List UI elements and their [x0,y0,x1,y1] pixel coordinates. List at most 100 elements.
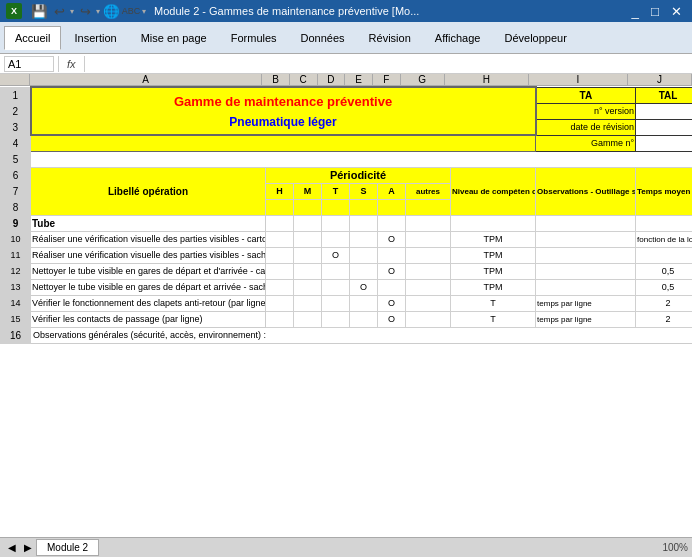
row-nettoyer-sachet: 13 Nettoyer le tube visible en gares de … [1,279,693,295]
cell-tube-f [378,215,406,231]
cell-niveau-cont: T [451,311,536,327]
save-button[interactable]: 💾 [30,2,48,20]
label-contacts: Vérifier les contacts de passage (par li… [31,311,266,327]
obs-generales-label: Observations générales (sécurité, accès,… [31,327,693,343]
gamme-value[interactable] [636,135,692,151]
period-a: A [378,183,406,199]
cell-autres-verif-s [406,247,451,263]
spellcheck-button[interactable]: ABC [122,2,140,20]
tab-accueil[interactable]: Accueil [4,26,61,50]
cell-t-verif-s: O [322,247,350,263]
version-value[interactable] [636,103,692,119]
revision-label: date de révision [536,119,636,135]
col-header-d[interactable]: D [318,74,346,85]
cell-a-clap: O [378,295,406,311]
cell-g8 [406,199,451,215]
row-verif-sachet: 11 Réaliser une vérification visuelle de… [1,247,693,263]
redo-arrow: ▾ [96,7,100,16]
cell-temps-verif-c: fonction de la longueur de la ligne [636,231,692,247]
cell-h-cont [266,311,294,327]
col-header-b[interactable]: B [262,74,290,85]
col-header-c[interactable]: C [290,74,318,85]
row-num-3: 3 [1,119,31,135]
restore-button[interactable]: □ [647,4,663,19]
close-button[interactable]: ✕ [667,4,686,19]
row-num-1: 1 [1,87,31,103]
formula-divider [58,56,59,72]
row-6-headers: 6 Libellé opération Périodicité Niveau d… [1,167,693,183]
cell-tube-g [406,215,451,231]
tab-formules[interactable]: Formules [220,26,288,50]
revision-value[interactable] [636,119,692,135]
cell-h-verif-s [266,247,294,263]
row-num-16: 16 [1,327,31,343]
cell-tube-c [294,215,322,231]
cell-temps-clap: 2 [636,295,692,311]
tab-developpeur[interactable]: Développeur [493,26,577,50]
minimize-button[interactable]: _ [628,4,643,19]
cell-s-verif-c [350,231,378,247]
tab-mise-en-page[interactable]: Mise en page [130,26,218,50]
periodicite-header: Périodicité [266,167,451,183]
label-verif-cartouche: Réaliser une vérification visuelle des p… [31,231,266,247]
tab-affichage[interactable]: Affichage [424,26,492,50]
cell-s-nett-c [350,263,378,279]
cell-temps-nett-s: 0,5 [636,279,692,295]
cell-tube-d [322,215,350,231]
cell-tube-i [536,215,636,231]
row-num-5: 5 [1,151,31,167]
cell-autres-cont [406,311,451,327]
zoom-level: 100% [662,542,688,553]
col-header-i[interactable]: I [529,74,628,85]
cell-f8 [378,199,406,215]
col-header-g[interactable]: G [401,74,445,85]
cell-niveau-verif-s: TPM [451,247,536,263]
version-label: n° version [536,103,636,119]
cell-m-verif-c [294,231,322,247]
undo-button[interactable]: ↩ [50,2,68,20]
cell-s-verif-s [350,247,378,263]
col-header-a[interactable]: A [30,74,262,85]
dropdown-arrow: ▾ [142,7,146,16]
cell-m-cont [294,311,322,327]
cell-h-verif-c [266,231,294,247]
col-header-f[interactable]: F [373,74,401,85]
cell-temps-verif-s [636,247,692,263]
sheet-nav-right[interactable]: ▶ [20,542,36,553]
cell-b8 [266,199,294,215]
cell-a-nett-s [378,279,406,295]
row-num-10: 10 [1,231,31,247]
col-header-h[interactable]: H [445,74,529,85]
row-4: 4 Gamme n° [1,135,693,151]
redo-button[interactable]: ↪ [76,2,94,20]
tab-donnees[interactable]: Données [290,26,356,50]
tab-revision[interactable]: Révision [358,26,422,50]
quick-access-toolbar: 💾 ↩ ▾ ↪ ▾ 🌐 ABC ▾ [30,2,146,20]
cell-tube-b [266,215,294,231]
globe-button[interactable]: 🌐 [102,2,120,20]
tab-insertion[interactable]: Insertion [63,26,127,50]
row-contacts: 15 Vérifier les contacts de passage (par… [1,311,693,327]
cell-obs-clap: temps par ligne [536,295,636,311]
sheet-tab-module2[interactable]: Module 2 [36,539,99,556]
row-num-2: 2 [1,103,31,119]
row-num-8: 8 [1,199,31,215]
col-header-j[interactable]: J [628,74,692,85]
gamme-label: Gamme n° [536,135,636,151]
col-header-e[interactable]: E [345,74,373,85]
cell-s-clap [350,295,378,311]
cell-a-verif-c: O [378,231,406,247]
main-title: Gamme de maintenance préventive [33,94,534,109]
period-s: S [350,183,378,199]
sheet-nav-left[interactable]: ◀ [4,542,20,553]
cell-reference-input[interactable] [4,56,54,72]
cell-tube-h [451,215,536,231]
ta-header: TA [536,87,636,103]
row-num-4: 4 [1,135,31,151]
formula-input[interactable] [89,58,688,70]
cell-niveau-verif-c: TPM [451,231,536,247]
cell-h-nett-s [266,279,294,295]
cell-s-nett-s: O [350,279,378,295]
cell-obs-nett-s [536,279,636,295]
row-obs-generales: 16 Observations générales (sécurité, acc… [1,327,693,343]
